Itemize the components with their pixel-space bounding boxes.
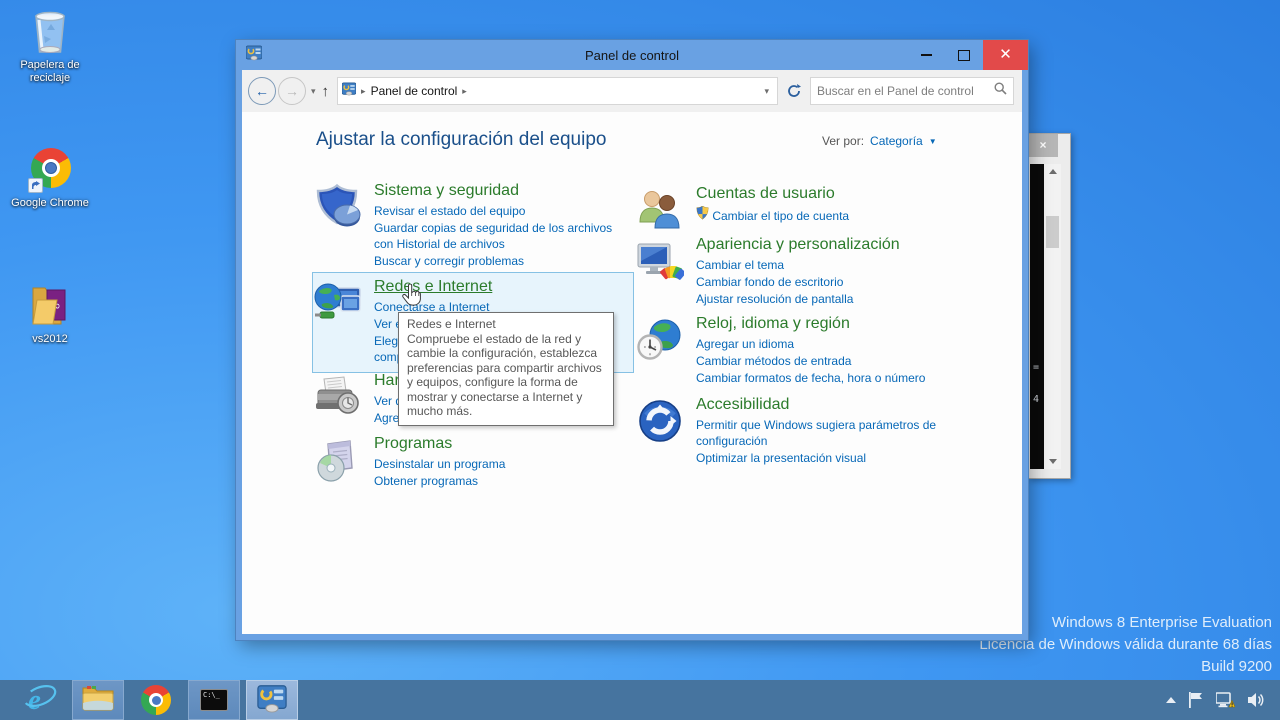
- category-link[interactable]: Cambiar formatos de fecha, hora o número: [696, 370, 925, 386]
- taskbar-chrome-button[interactable]: [130, 680, 182, 720]
- category-title[interactable]: Cuentas de usuario: [696, 184, 849, 203]
- page-title: Ajustar la configuración del equipo: [316, 129, 607, 150]
- programs-icon[interactable]: [314, 436, 362, 484]
- category-link[interactable]: Obtener programas: [374, 473, 505, 489]
- control-panel-window: Panel de control ✕ ← → ▾ ↑ ▸ Panel de co…: [236, 40, 1028, 640]
- file-explorer-icon: [82, 685, 114, 716]
- chrome-icon: [27, 146, 73, 194]
- category-link[interactable]: Permitir que Windows sugiera parámetros …: [696, 417, 951, 449]
- control-panel-content: Ajustar la configuración del equipo Ver …: [242, 112, 1022, 634]
- recent-pages-chevron-icon[interactable]: ▾: [311, 86, 316, 97]
- scroll-down-icon[interactable]: [1044, 454, 1061, 469]
- security-shield-icon[interactable]: [314, 183, 362, 231]
- recycle-bin-icon: [27, 8, 73, 56]
- category-link[interactable]: Cambiar fondo de escritorio: [696, 274, 900, 290]
- category-title[interactable]: Sistema y seguridad: [374, 181, 632, 200]
- category-link[interactable]: Cambiar el tipo de cuenta: [696, 205, 849, 224]
- hidden-icons-chevron[interactable]: [1166, 697, 1176, 703]
- tooltip-body: Compruebe el estado de la red y cambie l…: [407, 331, 602, 419]
- action-center-flag-icon[interactable]: [1189, 692, 1203, 708]
- network-warning-icon[interactable]: [1216, 692, 1235, 708]
- desktop[interactable]: Papelera de reciclaje Google Chrome ∞ vs…: [0, 0, 1280, 720]
- category-programas: Programas Desinstalar un programa Obtene…: [314, 434, 505, 490]
- uac-shield-icon: [696, 205, 712, 223]
- breadcrumb[interactable]: ▸ Panel de control ▸ ▾: [337, 77, 778, 105]
- category-title[interactable]: Reloj, idioma y región: [696, 314, 925, 333]
- view-by-control: Ver por: Categoría ▼: [822, 134, 937, 148]
- category-title[interactable]: Redes e Internet: [374, 277, 632, 296]
- desktop-icon-google-chrome[interactable]: Google Chrome: [4, 146, 96, 210]
- desktop-icon-label: Papelera de reciclaje: [20, 59, 80, 84]
- close-button[interactable]: ✕: [983, 40, 1028, 70]
- search-icon[interactable]: [994, 82, 1007, 100]
- tooltip: Redes e Internet Compruebe el estado de …: [398, 312, 614, 426]
- hardware-printer-icon[interactable]: [314, 373, 362, 421]
- category-link[interactable]: Cambiar el tema: [696, 257, 900, 273]
- taskbar: e C:\_: [0, 680, 1280, 720]
- chrome-icon: [141, 685, 171, 715]
- category-link[interactable]: Agregar un idioma: [696, 336, 925, 352]
- category-title[interactable]: Accesibilidad: [696, 395, 951, 414]
- search-box[interactable]: [810, 77, 1014, 105]
- breadcrumb-item[interactable]: Panel de control: [371, 84, 458, 98]
- minimize-button[interactable]: [907, 40, 945, 70]
- category-cuentas-de-usuario: Cuentas de usuario Cambiar el tipo de cu…: [636, 184, 849, 234]
- shortcut-arrow-icon: [28, 178, 43, 193]
- taskbar-file-explorer-button[interactable]: [72, 680, 124, 720]
- view-by-dropdown[interactable]: Categoría: [870, 134, 923, 148]
- internet-explorer-icon: e: [23, 682, 57, 719]
- close-icon[interactable]: ×: [1028, 134, 1058, 157]
- forward-button[interactable]: →: [278, 77, 306, 105]
- category-sistema-y-seguridad: Sistema y seguridad Revisar el estado de…: [314, 181, 632, 270]
- category-link[interactable]: Desinstalar un programa: [374, 456, 505, 472]
- address-bar: ← → ▾ ↑ ▸ Panel de control ▸ ▾: [242, 70, 1022, 113]
- taskbar-control-panel-button[interactable]: [246, 680, 298, 720]
- category-link[interactable]: Guardar copias de seguridad de los archi…: [374, 220, 632, 252]
- scrollbar-thumb[interactable]: [1046, 216, 1059, 248]
- user-accounts-icon[interactable]: [636, 186, 684, 234]
- scroll-up-icon[interactable]: [1044, 164, 1061, 179]
- command-prompt-icon: C:\_: [200, 689, 228, 711]
- category-link[interactable]: Cambiar métodos de entrada: [696, 353, 925, 369]
- category-title[interactable]: Programas: [374, 434, 505, 453]
- taskbar-command-prompt-button[interactable]: C:\_: [188, 680, 240, 720]
- breadcrumb-separator-icon[interactable]: ▸: [462, 86, 467, 97]
- chevron-down-icon[interactable]: ▼: [929, 137, 937, 146]
- control-panel-icon: [341, 81, 357, 101]
- search-input[interactable]: [811, 84, 994, 98]
- background-window[interactable]: × = 4: [1028, 133, 1071, 479]
- background-window-content: = 4: [1030, 164, 1044, 469]
- category-link[interactable]: Ajustar resolución de pantalla: [696, 291, 900, 307]
- address-dropdown-icon[interactable]: ▾: [760, 86, 773, 97]
- titlebar[interactable]: Panel de control ✕: [236, 40, 1028, 70]
- network-internet-icon[interactable]: [314, 279, 362, 327]
- category-link[interactable]: Buscar y corregir problemas: [374, 253, 632, 269]
- scrollbar[interactable]: [1044, 164, 1061, 469]
- category-link[interactable]: Revisar el estado del equipo: [374, 203, 632, 219]
- taskbar-internet-explorer-button[interactable]: e: [14, 680, 66, 720]
- view-by-label: Ver por:: [822, 134, 865, 148]
- category-title[interactable]: Apariencia y personalización: [696, 235, 900, 254]
- refresh-button[interactable]: [782, 78, 806, 104]
- clock-language-region-icon[interactable]: [636, 316, 684, 364]
- desktop-icon-vs2012[interactable]: ∞ vs2012: [4, 280, 96, 346]
- desktop-icon-label: Google Chrome: [11, 197, 89, 209]
- category-reloj-idioma-region: Reloj, idioma y región Agregar un idioma…: [636, 314, 925, 387]
- category-link[interactable]: Optimizar la presentación visual: [696, 450, 951, 466]
- appearance-icon[interactable]: [636, 237, 686, 285]
- breadcrumb-separator-icon: ▸: [361, 85, 366, 96]
- ease-of-access-icon[interactable]: [636, 397, 684, 445]
- tooltip-title: Redes e Internet: [407, 317, 496, 331]
- back-button[interactable]: ←: [248, 77, 276, 105]
- desktop-icon-label: vs2012: [32, 333, 68, 345]
- volume-icon[interactable]: [1248, 692, 1264, 708]
- category-apariencia-y-personalizacion: Apariencia y personalización Cambiar el …: [636, 235, 900, 308]
- desktop-icon-recycle-bin[interactable]: Papelera de reciclaje: [4, 8, 96, 85]
- control-panel-icon: [257, 683, 287, 718]
- maximize-button[interactable]: [945, 40, 983, 70]
- up-button[interactable]: ↑: [322, 83, 330, 100]
- vs2012-folder-icon: ∞: [27, 280, 73, 330]
- category-accesibilidad: Accesibilidad Permitir que Windows sugie…: [636, 395, 951, 467]
